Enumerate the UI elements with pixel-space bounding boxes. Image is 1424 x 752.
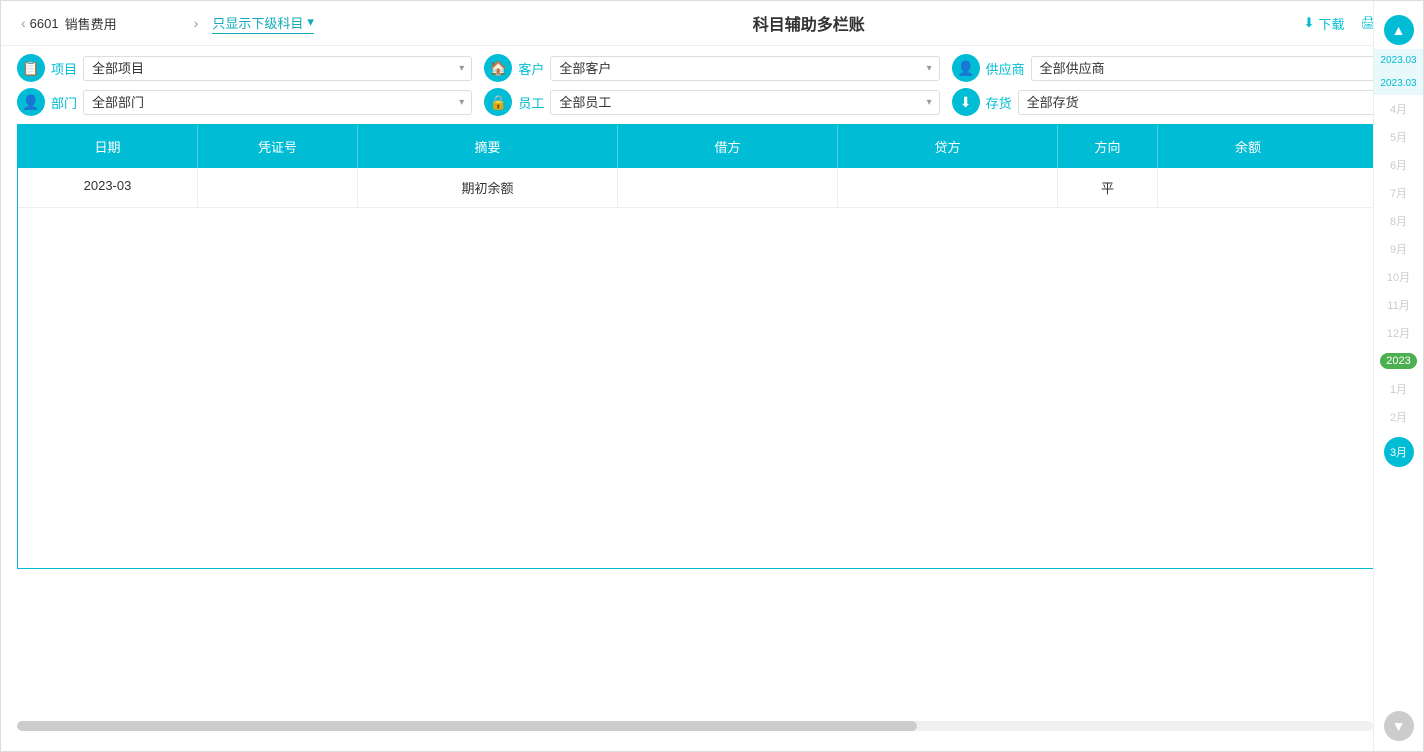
- customer-icon: 🏠: [484, 54, 512, 82]
- customer-label: 客户: [518, 59, 544, 78]
- prev-account-btn[interactable]: ‹: [17, 13, 30, 33]
- horizontal-scrollbar[interactable]: [17, 721, 1373, 731]
- month-5[interactable]: 5月: [1374, 123, 1423, 151]
- col-debit: 借方: [618, 125, 838, 168]
- table-header: 日期 凭证号 摘要 借方 贷方 方向 余额: [18, 125, 1406, 168]
- month-11[interactable]: 11月: [1374, 291, 1423, 319]
- inventory-select[interactable]: 全部存货: [1018, 90, 1407, 115]
- col-balance: 余额: [1158, 125, 1338, 168]
- supplier-label: 供应商: [986, 59, 1025, 78]
- show-sub-toggle[interactable]: 只显示下级科目 ▾: [212, 13, 314, 34]
- scroll-up-btn[interactable]: ▲: [1384, 15, 1414, 45]
- col-date: 日期: [18, 125, 198, 168]
- filter-inventory: ⬇ 存货 全部存货 ▾: [952, 88, 1407, 116]
- inventory-label: 存货: [986, 93, 1012, 112]
- filter-row-1: 📋 项目 全部项目 ▾ 🏠 客户 全部客户 ▾: [17, 54, 1407, 82]
- main-window: ‹ 6601 销售费用 › 只显示下级科目 ▾ 科目辅助多栏账 ⬇ 下载 🖨 打…: [0, 0, 1424, 752]
- month-6[interactable]: 6月: [1374, 151, 1423, 179]
- col-direction: 方向: [1058, 125, 1158, 168]
- project-select[interactable]: 全部项目: [83, 56, 472, 81]
- month-1-2024[interactable]: 1月: [1374, 375, 1423, 403]
- period-2023-03-first[interactable]: 2023.03: [1374, 49, 1423, 72]
- department-select[interactable]: 全部部门: [83, 90, 472, 115]
- scrollbar-thumb[interactable]: [17, 721, 917, 731]
- account-code-text: 6601: [30, 16, 59, 31]
- filter-department: 👤 部门 全部部门 ▾: [17, 88, 472, 116]
- current-month-indicator[interactable]: 3月: [1384, 437, 1414, 467]
- project-label: 项目: [51, 59, 77, 78]
- scroll-down-btn[interactable]: ▼: [1384, 711, 1414, 741]
- customer-select[interactable]: 全部客户: [550, 56, 939, 81]
- table-row: 2023-03 期初余额 平: [18, 168, 1406, 208]
- data-table: 日期 凭证号 摘要 借方 贷方 方向 余额 2023-03 期初余额 平: [17, 124, 1407, 569]
- employee-select-wrapper: 全部员工 ▾: [550, 90, 939, 115]
- project-icon: 📋: [17, 54, 45, 82]
- right-panel: ▲ 2023.03 2023.03 4月 5月 6月 7月 8月 9月 10月 …: [1373, 1, 1423, 751]
- cell-voucher: [198, 168, 358, 207]
- department-select-wrapper: 全部部门 ▾: [83, 90, 472, 115]
- show-sub-label: 只显示下级科目: [212, 13, 303, 32]
- supplier-select-wrapper: 全部供应商 ▾: [1031, 56, 1407, 81]
- table-body: 2023-03 期初余额 平: [18, 168, 1406, 568]
- filter-supplier: 👤 供应商 全部供应商 ▾: [952, 54, 1407, 82]
- next-account-btn[interactable]: ›: [190, 13, 203, 33]
- supplier-icon: 👤: [952, 54, 980, 82]
- filter-area: 📋 项目 全部项目 ▾ 🏠 客户 全部客户 ▾: [1, 46, 1423, 124]
- filter-project: 📋 项目 全部项目 ▾: [17, 54, 472, 82]
- month-10[interactable]: 10月: [1374, 263, 1423, 291]
- cell-date: 2023-03: [18, 168, 198, 207]
- inventory-select-wrapper: 全部存货 ▾: [1018, 90, 1407, 115]
- year-2023-badge: 2023: [1374, 347, 1423, 375]
- page-title: 科目辅助多栏账: [314, 11, 1304, 35]
- month-3-current[interactable]: 3月: [1374, 431, 1423, 473]
- filter-row-2: 👤 部门 全部部门 ▾ 🔒 员工 全部员工 ▾: [17, 88, 1407, 116]
- month-12[interactable]: 12月: [1374, 319, 1423, 347]
- project-select-wrapper: 全部项目 ▾: [83, 56, 472, 81]
- col-summary: 摘要: [358, 125, 618, 168]
- filter-employee: 🔒 员工 全部员工 ▾: [484, 88, 939, 116]
- cell-balance: [1158, 168, 1338, 207]
- employee-label: 员工: [518, 93, 544, 112]
- col-credit: 贷方: [838, 125, 1058, 168]
- download-button[interactable]: ⬇ 下载: [1304, 14, 1345, 33]
- year-badge: 2023: [1380, 353, 1416, 369]
- month-7[interactable]: 7月: [1374, 179, 1423, 207]
- account-name-text: 销售费用: [65, 14, 117, 33]
- period-2023-03-second[interactable]: 2023.03: [1374, 72, 1423, 95]
- department-icon: 👤: [17, 88, 45, 116]
- supplier-select[interactable]: 全部供应商: [1031, 56, 1407, 81]
- download-icon: ⬇: [1304, 15, 1315, 31]
- department-label: 部门: [51, 93, 77, 112]
- employee-select[interactable]: 全部员工: [550, 90, 939, 115]
- month-4[interactable]: 4月: [1374, 95, 1423, 123]
- top-bar: ‹ 6601 销售费用 › 只显示下级科目 ▾ 科目辅助多栏账 ⬇ 下载 🖨 打…: [1, 1, 1423, 46]
- month-2-2024[interactable]: 2月: [1374, 403, 1423, 431]
- cell-direction: 平: [1058, 168, 1158, 207]
- month-9[interactable]: 9月: [1374, 235, 1423, 263]
- filter-customer: 🏠 客户 全部客户 ▾: [484, 54, 939, 82]
- inventory-icon: ⬇: [952, 88, 980, 116]
- customer-select-wrapper: 全部客户 ▾: [550, 56, 939, 81]
- col-voucher: 凭证号: [198, 125, 358, 168]
- cell-credit: [838, 168, 1058, 207]
- download-label: 下载: [1318, 14, 1344, 33]
- account-code-area: 6601 销售费用: [30, 14, 190, 33]
- cell-summary: 期初余额: [358, 168, 618, 207]
- month-8[interactable]: 8月: [1374, 207, 1423, 235]
- employee-icon: 🔒: [484, 88, 512, 116]
- cell-debit: [618, 168, 838, 207]
